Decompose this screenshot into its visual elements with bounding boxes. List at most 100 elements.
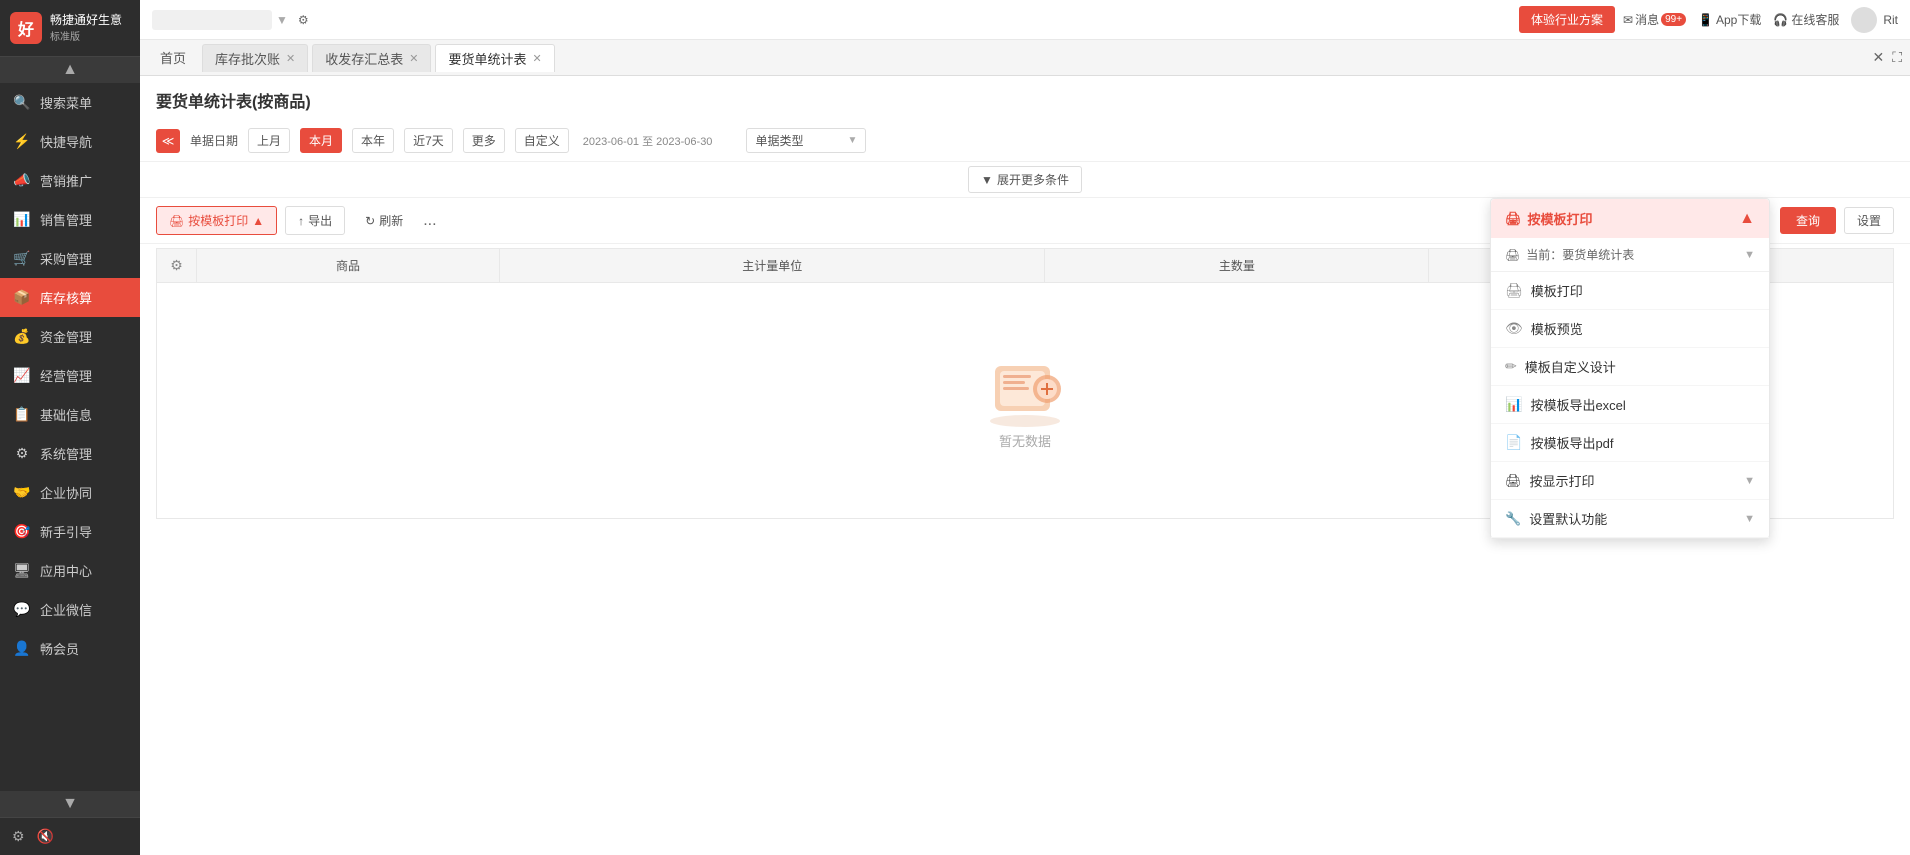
expand-more-button[interactable]: ▼ 展开更多条件 [968, 166, 1082, 193]
sidebar-item-purchase[interactable]: 🛒 采购管理 [0, 239, 140, 278]
current-template-chevron-icon: ▼ [1744, 249, 1755, 261]
tab-home[interactable]: 首页 [148, 44, 198, 71]
dropdown-current: 🖨 当前：要货单统计表 ▼ [1491, 238, 1769, 272]
table-settings-icon[interactable]: ⚙ [170, 257, 183, 273]
template-preview-icon: 👁 [1505, 320, 1523, 337]
tab-receipt-close[interactable]: ✕ [409, 52, 418, 65]
sidebar-bottom: ⚙ 🔇 [0, 817, 140, 855]
default-func-label: 设置默认功能 [1529, 509, 1607, 528]
empty-text: 暂无数据 [999, 431, 1051, 450]
dropdown-header[interactable]: 🖨 按模板打印 ▲ [1491, 199, 1769, 238]
sidebar: 好 畅捷通好生意 标准版 ▲ 🔍 搜索菜单 ⚡ 快捷导航 📣 营销推广 📊 销售… [0, 0, 140, 855]
sidebar-item-apps[interactable]: 🖥 应用中心 [0, 551, 140, 590]
col-quantity: 主数量 [1045, 249, 1429, 283]
export-excel-icon: 📊 [1505, 396, 1522, 413]
export-pdf-label: 按模板导出pdf [1530, 433, 1613, 452]
sidebar-item-label: 企业协同 [40, 483, 92, 502]
more-button[interactable]: ... [423, 212, 436, 230]
user-area[interactable]: Rit [1851, 7, 1898, 33]
settings-button[interactable]: 设置 [1844, 207, 1894, 234]
dropdown-item-default-func[interactable]: 🔧 设置默认功能 ▼ [1491, 500, 1769, 538]
date-btn-last-month[interactable]: 上月 [248, 128, 290, 153]
breadcrumb: ▼ ⚙ [152, 10, 1511, 30]
sidebar-item-marketing[interactable]: 📣 营销推广 [0, 161, 140, 200]
sidebar-item-basic[interactable]: 📋 基础信息 [0, 395, 140, 434]
tab-receipt[interactable]: 收发存汇总表 ✕ [312, 44, 431, 72]
sidebar-item-search[interactable]: 🔍 搜索菜单 [0, 83, 140, 122]
breadcrumb-dropdown-icon[interactable]: ▼ [276, 13, 288, 27]
template-preview-label: 模板预览 [1531, 319, 1583, 338]
sidebar-item-shortcut[interactable]: ⚡ 快捷导航 [0, 122, 140, 161]
tab-batch-close[interactable]: ✕ [286, 52, 295, 65]
tab-window-controls: ✕ ⛶ [1872, 49, 1902, 66]
query-button[interactable]: 查询 [1780, 207, 1836, 234]
message-area[interactable]: ✉ 消息 99+ [1623, 11, 1686, 28]
date-btn-custom[interactable]: 自定义 [515, 128, 569, 153]
sidebar-item-label: 系统管理 [40, 444, 92, 463]
tab-order-stat[interactable]: 要货单统计表 ✕ [435, 44, 554, 72]
print-dropdown: 🖨 按模板打印 ▲ 🖨 当前：要货单统计表 ▼ 🖨 模板打印 [1490, 198, 1770, 539]
logo-sub: 标准版 [50, 28, 122, 43]
default-func-icon: 🔧 [1505, 511, 1521, 527]
dropdown-item-template-design[interactable]: ✏ 模板自定义设计 [1491, 348, 1769, 386]
window-maximize-icon[interactable]: ⛶ [1892, 49, 1902, 66]
sidebar-item-finance[interactable]: 💰 资金管理 [0, 317, 140, 356]
template-design-label: 模板自定义设计 [1525, 357, 1616, 376]
date-btn-this-year[interactable]: 本年 [352, 128, 394, 153]
sidebar-item-system[interactable]: ⚙ 系统管理 [0, 434, 140, 473]
export-pdf-icon: 📄 [1505, 434, 1522, 451]
print-button[interactable]: 🖨 按模板打印 ▲ [156, 206, 277, 235]
date-btn-this-month[interactable]: 本月 [300, 128, 342, 153]
date-btn-more[interactable]: 更多 [463, 128, 505, 153]
dropdown-item-display-print[interactable]: 🖨 按显示打印 ▼ [1491, 462, 1769, 500]
date-range-text: 2023-06-01 至 2023-06-30 [583, 133, 713, 149]
tab-batch[interactable]: 库存批次账 ✕ [202, 44, 308, 72]
sidebar-scroll-up[interactable]: ▲ [0, 57, 140, 83]
sidebar-item-member[interactable]: 👤 畅会员 [0, 629, 140, 668]
tab-order-stat-close[interactable]: ✕ [533, 52, 542, 65]
dropdown-item-template-preview[interactable]: 👁 模板预览 [1491, 310, 1769, 348]
phone-icon: 📱 [1698, 13, 1713, 27]
action-bar: 🖨 按模板打印 ▲ ↑ 导出 ↻ 刷新 ... 查询 设置 🖨 按模板打印 [140, 198, 1910, 244]
search-icon: 🔍 [12, 94, 32, 111]
sidebar-item-operation[interactable]: 📈 经营管理 [0, 356, 140, 395]
export-icon: ↑ [298, 214, 304, 228]
sidebar-item-enterprise[interactable]: 🤝 企业协同 [0, 473, 140, 512]
dropdown-collapse-icon[interactable]: ▲ [1739, 210, 1755, 228]
inventory-icon: 📦 [12, 289, 32, 306]
sidebar-item-label: 应用中心 [40, 561, 92, 580]
sidebar-nav: 🔍 搜索菜单 ⚡ 快捷导航 📣 营销推广 📊 销售管理 🛒 采购管理 📦 库存核… [0, 83, 140, 791]
dropdown-item-export-excel[interactable]: 📊 按模板导出excel [1491, 386, 1769, 424]
dropdown-title: 按模板打印 [1528, 209, 1593, 228]
settings-icon[interactable]: ⚙ [12, 828, 25, 845]
logo-text: 畅捷通好生意 [50, 13, 122, 29]
sidebar-item-label: 新手引导 [40, 522, 92, 541]
window-close-icon[interactable]: ✕ [1872, 49, 1884, 66]
tab-batch-label: 库存批次账 [215, 49, 280, 68]
settings-gear-icon[interactable]: ⚙ [298, 13, 309, 27]
print-icon: 🖨 [169, 214, 184, 228]
sidebar-item-label: 畅会员 [40, 639, 79, 658]
wechat-icon: 💬 [12, 601, 32, 618]
sidebar-item-label: 采购管理 [40, 249, 92, 268]
date-btn-7days[interactable]: 近7天 [404, 128, 453, 153]
newbie-icon: 🎯 [12, 523, 32, 540]
sidebar-item-inventory[interactable]: 📦 库存核算 [0, 278, 140, 317]
expand-more-row: ▼ 展开更多条件 [140, 162, 1910, 198]
refresh-button[interactable]: ↻ 刷新 [353, 207, 415, 234]
dropdown-item-export-pdf[interactable]: 📄 按模板导出pdf [1491, 424, 1769, 462]
export-button[interactable]: ↑ 导出 [285, 206, 345, 235]
filter-expand-button[interactable]: ≪ [156, 129, 180, 153]
breadcrumb-input[interactable] [152, 10, 272, 30]
sidebar-item-sales[interactable]: 📊 销售管理 [0, 200, 140, 239]
sidebar-scroll-down[interactable]: ▼ [0, 791, 140, 817]
customer-service-area[interactable]: 🎧 在线客服 [1773, 11, 1839, 28]
trial-button[interactable]: 体验行业方案 [1519, 6, 1615, 33]
print-dropdown-chevron-icon: ▲ [252, 214, 264, 228]
sidebar-item-wechat[interactable]: 💬 企业微信 [0, 590, 140, 629]
dropdown-item-template-print[interactable]: 🖨 模板打印 [1491, 272, 1769, 310]
sidebar-item-newbie[interactable]: 🎯 新手引导 [0, 512, 140, 551]
mute-icon[interactable]: 🔇 [37, 828, 54, 845]
type-select[interactable]: 单据类型 ▼ [746, 128, 866, 153]
app-download-area[interactable]: 📱 App下载 [1698, 11, 1761, 28]
